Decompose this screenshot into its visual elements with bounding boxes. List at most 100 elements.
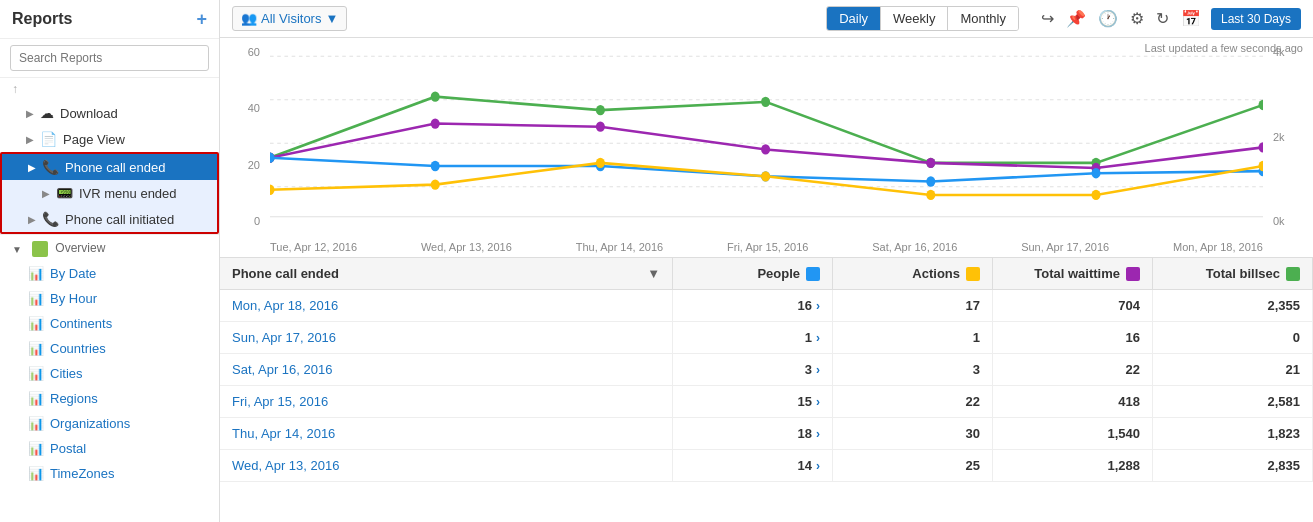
- table-area: Phone call ended ▼ People Actions Total …: [220, 258, 1313, 522]
- search-input[interactable]: [10, 45, 209, 71]
- share-icon[interactable]: ↪: [1039, 7, 1056, 30]
- svg-point-7: [596, 105, 605, 115]
- table-row: Sat, Apr 16, 2016 3 › 3 22 21: [220, 354, 1313, 386]
- td-date-0[interactable]: Mon, Apr 18, 2016: [220, 290, 673, 321]
- overview-item-label: Continents: [50, 316, 112, 331]
- last-days-button[interactable]: Last 30 Days: [1211, 8, 1301, 30]
- sidebar-header: Reports +: [0, 0, 219, 39]
- arrow-icon: ▶: [26, 108, 40, 119]
- overview-item-countries[interactable]: 📊 Countries: [0, 336, 219, 361]
- svg-point-14: [596, 122, 605, 132]
- td-people-3: 15 ›: [673, 386, 833, 417]
- sidebar-item-label: Phone call initiated: [65, 212, 174, 227]
- x-label-4: Sat, Apr 16, 2016: [872, 241, 957, 253]
- td-billsec-1: 0: [1153, 322, 1313, 353]
- overview-header[interactable]: ▼ Overview: [0, 235, 219, 261]
- overview-item-by-date[interactable]: 📊 By Date: [0, 261, 219, 286]
- y-axis-right: 4k 2k 0k: [1268, 46, 1313, 227]
- phone-init-icon: 📞: [42, 211, 59, 227]
- x-label-3: Fri, Apr 15, 2016: [727, 241, 808, 253]
- svg-point-6: [431, 92, 440, 102]
- overview-icon: [32, 241, 48, 257]
- svg-point-29: [761, 171, 770, 181]
- td-people-4: 18 ›: [673, 418, 833, 449]
- billsec-color-icon: [1286, 267, 1300, 281]
- chevron-right-icon[interactable]: ›: [816, 363, 820, 377]
- visitors-filter-button[interactable]: 👥 All Visitors ▼: [232, 6, 347, 31]
- overview-item-postal[interactable]: 📊 Postal: [0, 436, 219, 461]
- svg-point-16: [926, 158, 935, 168]
- top-bar: 👥 All Visitors ▼ Daily Weekly Monthly ↪ …: [220, 0, 1313, 38]
- dimension-dropdown-icon[interactable]: ▼: [647, 266, 660, 281]
- overview-item-cities[interactable]: 📊 Cities: [0, 361, 219, 386]
- sidebar-item-ivr-menu[interactable]: ▶ 📟 IVR menu ended: [2, 180, 217, 206]
- td-waittime-4: 1,540: [993, 418, 1153, 449]
- td-billsec-4: 1,823: [1153, 418, 1313, 449]
- sidebar-item-label: IVR menu ended: [79, 186, 177, 201]
- y-label-0k: 0k: [1273, 215, 1285, 227]
- td-date-4[interactable]: Thu, Apr 14, 2016: [220, 418, 673, 449]
- clock-icon[interactable]: 🕐: [1096, 7, 1120, 30]
- pageview-icon: 📄: [40, 131, 57, 147]
- td-people-0: 16 ›: [673, 290, 833, 321]
- actions-color-icon: [966, 267, 980, 281]
- chevron-right-icon[interactable]: ›: [816, 459, 820, 473]
- bar-chart-icon: 📊: [28, 466, 44, 481]
- settings-icon[interactable]: ⚙: [1128, 7, 1146, 30]
- daily-button[interactable]: Daily: [827, 7, 881, 30]
- refresh-icon[interactable]: ↻: [1154, 7, 1171, 30]
- td-date-2[interactable]: Sat, Apr 16, 2016: [220, 354, 673, 385]
- td-waittime-5: 1,288: [993, 450, 1153, 481]
- sidebar-item-phone-call-ended[interactable]: ▶ 📞 Phone call ended: [2, 154, 217, 180]
- td-date-3[interactable]: Fri, Apr 15, 2016: [220, 386, 673, 417]
- y-axis-left: 60 40 20 0: [220, 46, 265, 227]
- td-date-5[interactable]: Wed, Apr 13, 2016: [220, 450, 673, 481]
- overview-item-label: By Date: [50, 266, 96, 281]
- calendar-icon: 📅: [1179, 7, 1203, 30]
- overview-item-timezones[interactable]: 📊 TimeZones: [0, 461, 219, 486]
- overview-item-by-hour[interactable]: 📊 By Hour: [0, 286, 219, 311]
- arrow-icon: ▶: [42, 188, 56, 199]
- arrow-icon: ▶: [28, 162, 42, 173]
- chevron-right-icon[interactable]: ›: [816, 395, 820, 409]
- add-report-button[interactable]: +: [196, 10, 207, 28]
- sidebar-item-phone-call-initiated[interactable]: ▶ 📞 Phone call initiated: [2, 206, 217, 232]
- td-date-1[interactable]: Sun, Apr 17, 2016: [220, 322, 673, 353]
- overview-item-regions[interactable]: 📊 Regions: [0, 386, 219, 411]
- monthly-button[interactable]: Monthly: [948, 7, 1018, 30]
- bar-chart-icon: 📊: [28, 391, 44, 406]
- pin-icon[interactable]: 📌: [1064, 7, 1088, 30]
- overview-label: Overview: [32, 241, 105, 257]
- td-actions-4: 30: [833, 418, 993, 449]
- y-label-0: 0: [254, 215, 260, 227]
- th-dimension-label: Phone call ended: [232, 266, 339, 281]
- td-actions-2: 3: [833, 354, 993, 385]
- td-actions-5: 25: [833, 450, 993, 481]
- visitors-dropdown-icon: ▼: [325, 11, 338, 26]
- chevron-right-icon[interactable]: ›: [816, 427, 820, 441]
- chevron-right-icon[interactable]: ›: [816, 331, 820, 345]
- sidebar-item-pageview[interactable]: ▶ 📄 Page View: [0, 126, 219, 152]
- visitors-label: All Visitors: [261, 11, 321, 26]
- chevron-right-icon[interactable]: ›: [816, 299, 820, 313]
- waittime-color-icon: [1126, 267, 1140, 281]
- arrow-icon: ▶: [26, 134, 40, 145]
- weekly-button[interactable]: Weekly: [881, 7, 948, 30]
- td-waittime-0: 704: [993, 290, 1153, 321]
- overview-item-continents[interactable]: 📊 Continents: [0, 311, 219, 336]
- overview-item-organizations[interactable]: 📊 Organizations: [0, 411, 219, 436]
- th-waittime: Total waittime: [993, 258, 1153, 289]
- td-billsec-0: 2,355: [1153, 290, 1313, 321]
- overview-section: ▼ Overview 📊 By Date 📊 By Hour 📊: [0, 234, 219, 486]
- last-days-label: Last 30 Days: [1221, 12, 1291, 26]
- table-row: Mon, Apr 18, 2016 16 › 17 704 2,355: [220, 290, 1313, 322]
- th-billsec-label: Total billsec: [1206, 266, 1280, 281]
- app-container: Reports + ↑ ▶ ☁ Download ▶ 📄 Page View: [0, 0, 1313, 522]
- td-billsec-3: 2,581: [1153, 386, 1313, 417]
- overview-item-label: Regions: [50, 391, 98, 406]
- overview-arrow-icon: ▼: [12, 244, 26, 255]
- x-label-2: Thu, Apr 14, 2016: [576, 241, 663, 253]
- overview-item-label: Cities: [50, 366, 83, 381]
- sidebar-item-download[interactable]: ▶ ☁ Download: [0, 100, 219, 126]
- svg-point-23: [926, 176, 935, 186]
